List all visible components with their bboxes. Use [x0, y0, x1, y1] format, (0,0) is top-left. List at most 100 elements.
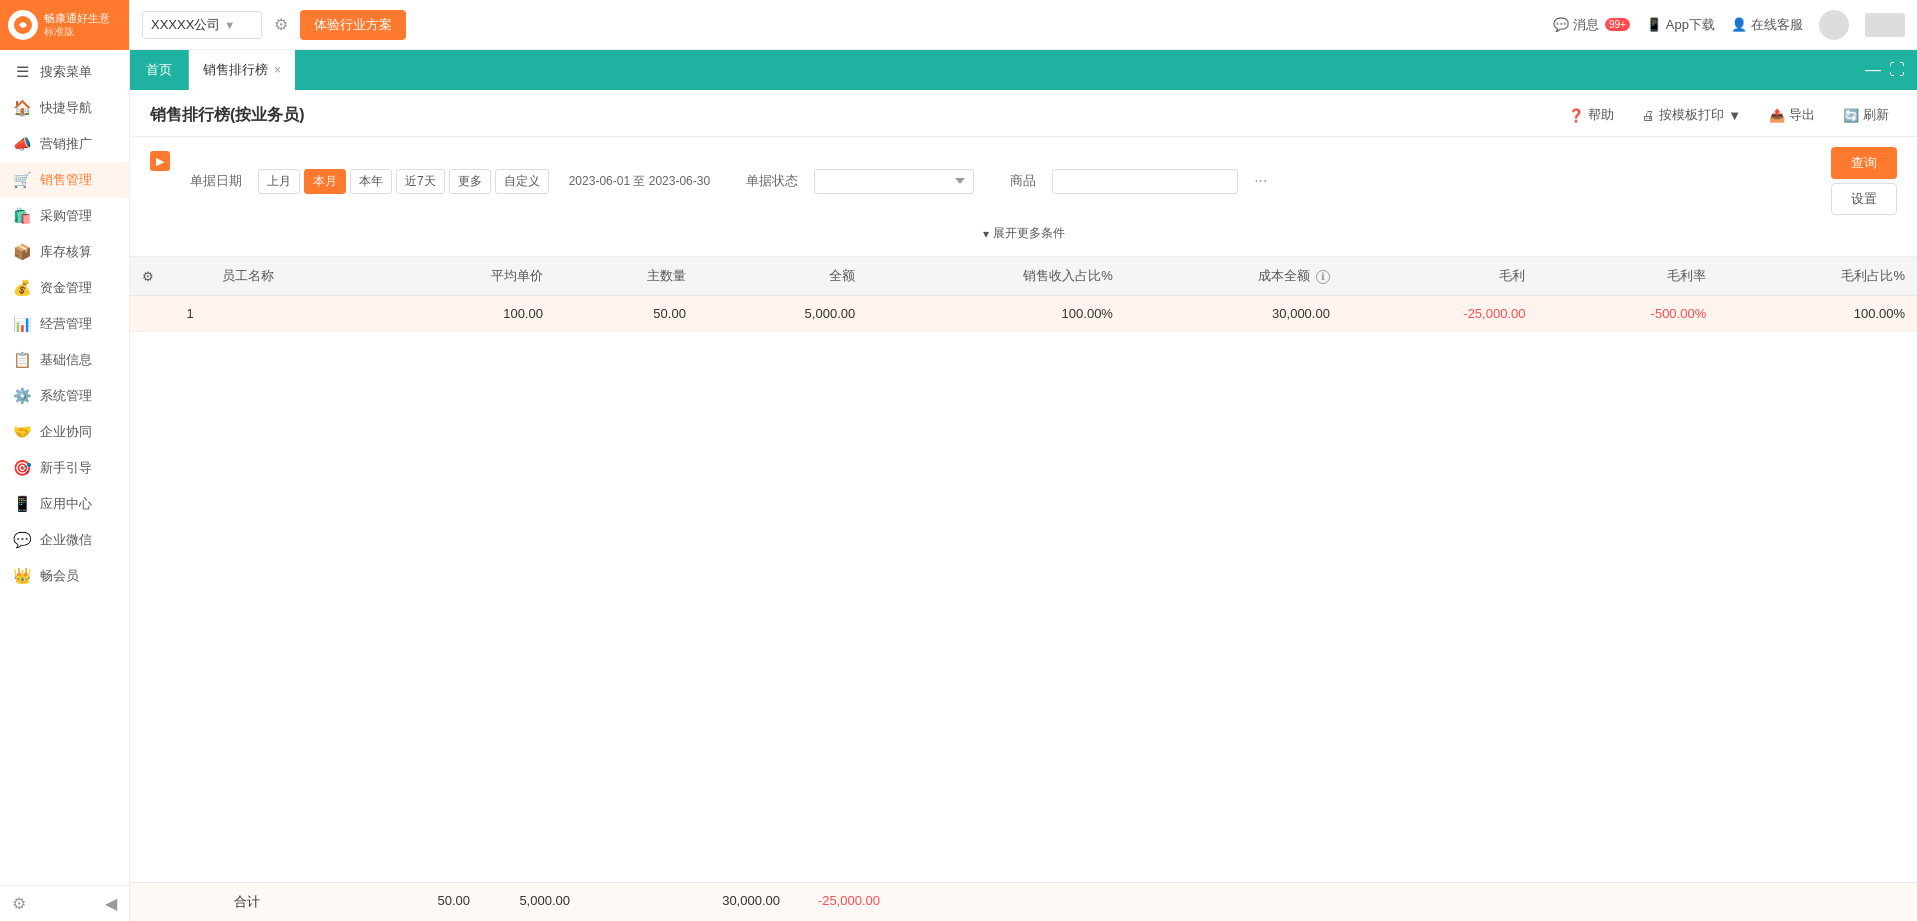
collapse-sidebar-icon[interactable]: ◀ [105, 894, 117, 913]
footer-rank [182, 893, 222, 911]
cost-info-icon[interactable]: ℹ [1316, 270, 1330, 284]
trial-button[interactable]: 体验行业方案 [300, 10, 406, 40]
col-gross-pct: 毛利占比% [1718, 257, 1917, 296]
notifications-badge: 99+ [1605, 18, 1630, 31]
settings-button[interactable]: 设置 [1831, 183, 1897, 215]
beginner-icon: 🎯 [12, 459, 32, 477]
sidebar-logo: 畅康通好生意 标准版 [0, 0, 129, 50]
print-label: 按模板打印 [1659, 106, 1724, 124]
enterprise-icon: 🤝 [12, 423, 32, 441]
online-support-button[interactable]: 👤 在线客服 [1731, 16, 1803, 34]
footer-quantity: 50.00 [402, 893, 482, 911]
col-amount: 全额 [698, 257, 867, 296]
sidebar-item-enterprise[interactable]: 🤝 企业协同 [0, 414, 129, 450]
col-quantity: 主数量 [555, 257, 698, 296]
tab-home-label: 首页 [146, 61, 172, 79]
date-range-display: 2023-06-01 至 2023-06-30 [569, 173, 710, 190]
page-actions: ❓ 帮助 🖨 按模板打印 ▼ 📤 导出 🔄 刷新 [1560, 102, 1897, 128]
sidebar-item-marketing[interactable]: 📣 营销推广 [0, 126, 129, 162]
company-selector[interactable]: XXXXX公司 ▼ [142, 11, 262, 39]
help-button[interactable]: ❓ 帮助 [1560, 102, 1622, 128]
wechat-icon: 💬 [12, 531, 32, 549]
print-button[interactable]: 🖨 按模板打印 ▼ [1634, 102, 1749, 128]
app-download-button[interactable]: 📱 App下载 [1646, 16, 1715, 34]
sidebar-label-app-center: 应用中心 [40, 495, 92, 513]
online-support-label: 在线客服 [1751, 16, 1803, 34]
topbar-settings-icon[interactable]: ⚙ [274, 15, 288, 34]
tab-fullscreen-icon[interactable]: ⛶ [1889, 61, 1905, 79]
status-label: 单据状态 [746, 172, 798, 190]
sidebar-label-finance: 资金管理 [40, 279, 92, 297]
row-gross-pct: 100.00% [1718, 296, 1917, 332]
goods-input[interactable] [1052, 169, 1238, 194]
table-body: 1 100.00 50.00 5,000.00 100.00% 30,000.0… [130, 296, 1917, 332]
expand-conditions-label: 展开更多条件 [993, 225, 1065, 242]
tab-sales-ranking[interactable]: 销售排行榜 × [189, 50, 295, 90]
row-cost: 30,000.00 [1125, 296, 1342, 332]
main-content: XXXXX公司 ▼ ⚙ 体验行业方案 💬 消息 99+ 📱 App下载 👤 在线… [130, 0, 1917, 921]
col-cost: 成本全额 ℹ [1125, 257, 1342, 296]
footer-gross: -25,000.00 [792, 893, 892, 911]
footer-cost: 30,000.00 [692, 893, 792, 911]
finance-icon: 💰 [12, 279, 32, 297]
row-settings [130, 296, 170, 332]
tab-home[interactable]: 首页 [130, 50, 189, 90]
row-avg-price: 100.00 [382, 296, 554, 332]
sidebar-item-finance[interactable]: 💰 资金管理 [0, 270, 129, 306]
tabbar: 首页 销售排行榜 × — ⛶ [130, 50, 1917, 90]
date-btn-this-year[interactable]: 本年 [350, 169, 392, 194]
refresh-button[interactable]: 🔄 刷新 [1835, 102, 1897, 128]
support-icon: 👤 [1731, 17, 1747, 32]
date-btn-this-month[interactable]: 本月 [304, 169, 346, 194]
date-btn-more[interactable]: 更多 [449, 169, 491, 194]
date-btn-custom[interactable]: 自定义 [495, 169, 549, 194]
tab-minimize-icon[interactable]: — [1865, 61, 1881, 79]
refresh-label: 刷新 [1863, 106, 1889, 124]
operation-icon: 📊 [12, 315, 32, 333]
status-select[interactable] [814, 169, 974, 194]
sidebar-item-member[interactable]: 👑 畅会员 [0, 558, 129, 594]
footer-amount: 5,000.00 [482, 893, 582, 911]
export-icon: 📤 [1769, 108, 1785, 123]
sales-icon: 🛒 [12, 171, 32, 189]
row-gross: -25,000.00 [1342, 296, 1538, 332]
sidebar-item-purchase[interactable]: 🛍️ 采购管理 [0, 198, 129, 234]
sidebar-item-app-center[interactable]: 📱 应用中心 [0, 486, 129, 522]
sidebar-item-search[interactable]: ☰ 搜索菜单 [0, 54, 129, 90]
filter-expand-arrow[interactable]: ▶ [150, 151, 170, 171]
sidebar-item-quick-nav[interactable]: 🏠 快捷导航 [0, 90, 129, 126]
settings-bottom-icon[interactable]: ⚙ [12, 894, 26, 913]
date-btn-7days[interactable]: 近7天 [396, 169, 445, 194]
company-name: XXXXX公司 [151, 16, 220, 34]
sidebar-label-sales: 销售管理 [40, 171, 92, 189]
data-table: ⚙ 员工名称 平均单价 主数量 全额 销售收入占比% 成本全额 ℹ 毛利 毛利率 [130, 257, 1917, 332]
export-button[interactable]: 📤 导出 [1761, 102, 1823, 128]
sidebar-item-wechat[interactable]: 💬 企业微信 [0, 522, 129, 558]
page-content: 销售排行榜(按业务员) ❓ 帮助 🖨 按模板打印 ▼ 📤 导出 🔄 刷新 [130, 90, 1917, 921]
sidebar-item-system[interactable]: ⚙️ 系统管理 [0, 378, 129, 414]
page-title: 销售排行榜(按业务员) [150, 105, 305, 126]
topbar-right: 💬 消息 99+ 📱 App下载 👤 在线客服 [1553, 10, 1905, 40]
sidebar-item-sales[interactable]: 🛒 销售管理 [0, 162, 129, 198]
query-button[interactable]: 查询 [1831, 147, 1897, 179]
goods-label: 商品 [1010, 172, 1036, 190]
notifications-button[interactable]: 💬 消息 99+ [1553, 16, 1630, 34]
expand-conditions-button[interactable]: ▾ 展开更多条件 [979, 221, 1069, 246]
help-icon: ❓ [1568, 108, 1584, 123]
expand-down-icon: ▾ [983, 227, 989, 241]
col-settings[interactable]: ⚙ [130, 257, 170, 296]
row-rank: 1 [170, 296, 210, 332]
row-gross-rate: -500.00% [1537, 296, 1718, 332]
sidebar-item-beginner[interactable]: 🎯 新手引导 [0, 450, 129, 486]
user-avatar[interactable] [1819, 10, 1849, 40]
sidebar-item-inventory[interactable]: 📦 库存核算 [0, 234, 129, 270]
user-name-placeholder [1865, 13, 1905, 37]
date-btn-last-month[interactable]: 上月 [258, 169, 300, 194]
sidebar-item-operation[interactable]: 📊 经营管理 [0, 306, 129, 342]
more-filter-dots[interactable]: ··· [1254, 172, 1267, 190]
tab-sales-ranking-label: 销售排行榜 [203, 61, 268, 79]
tab-close-icon[interactable]: × [274, 63, 281, 77]
sidebar-item-basic-info[interactable]: 📋 基础信息 [0, 342, 129, 378]
logo-text-block: 畅康通好生意 标准版 [44, 11, 110, 39]
row-amount: 5,000.00 [698, 296, 867, 332]
